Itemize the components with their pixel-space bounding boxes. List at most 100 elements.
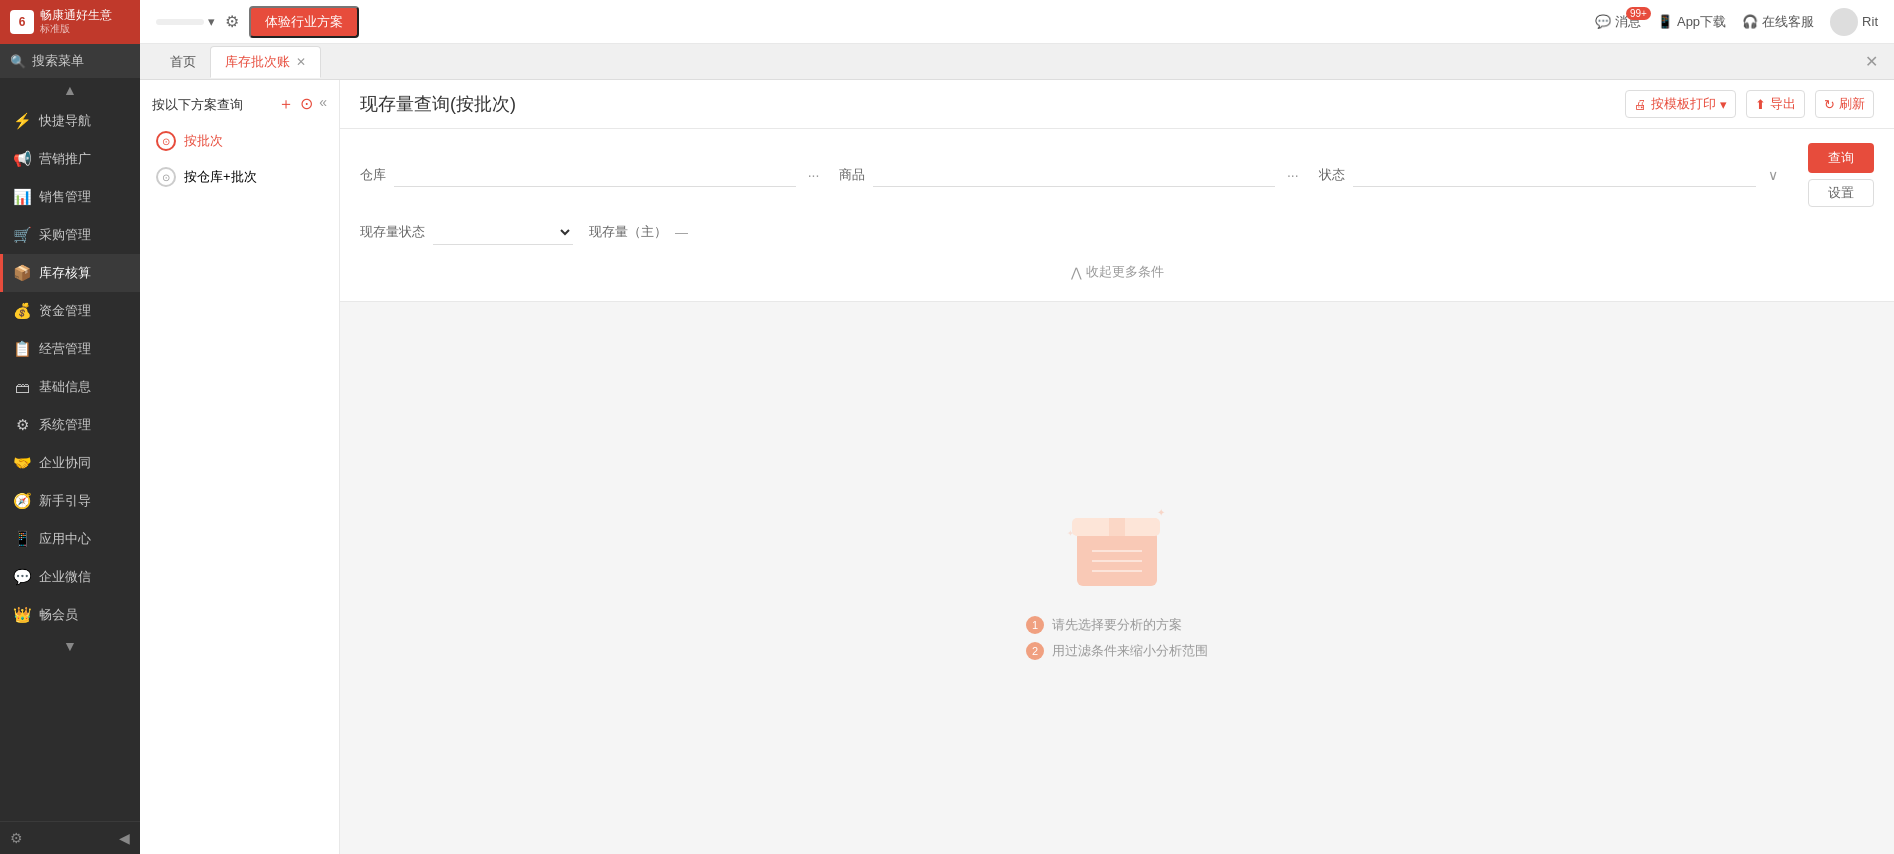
hint-2-text: 用过滤条件来缩小分析范围	[1052, 642, 1208, 660]
filter-row-1: 仓库 ··· 商品 ··· 状态 ∨ 查询	[360, 143, 1874, 207]
finance-icon: 💰	[13, 302, 31, 320]
warehouse-label: 仓库	[360, 166, 386, 184]
topbar-gear-icon[interactable]: ⚙	[225, 12, 239, 31]
sidebar-item-label: 企业协同	[39, 454, 91, 472]
main-area: ▾ ⚙ 体验行业方案 💬 消息 99+ 📱 App下载 🎧 在线客服 Rit	[140, 0, 1894, 854]
left-panel-header: 按以下方案查询 ＋ ⊙ «	[140, 90, 339, 123]
sidebar-item-label: 采购管理	[39, 226, 91, 244]
empty-svg: ✦ ✦	[1057, 496, 1177, 596]
collapse-up-icon: ⋀	[1071, 265, 1082, 280]
tab-close-right-btn[interactable]: ✕	[1865, 52, 1878, 71]
sidebar-settings-btn[interactable]: ⚙	[10, 830, 23, 846]
collab-icon: 🤝	[13, 454, 31, 472]
basic-icon: 🗃	[13, 379, 31, 396]
sidebar-item-label: 应用中心	[39, 530, 91, 548]
sidebar-item-purchase[interactable]: 🛒 采购管理	[0, 216, 140, 254]
sidebar-header: 6 畅康通好生意 标准版	[0, 0, 140, 44]
query-btn[interactable]: 查询	[1808, 143, 1874, 173]
empty-state: ✦ ✦ 1 请先选择要分析的方案 2 用过滤条件来缩小分析范围	[340, 302, 1894, 854]
left-panel: 按以下方案查询 ＋ ⊙ « ⊙ 按批次 ⊙ 按仓库+批次	[140, 80, 340, 854]
print-dropdown-icon: ▾	[1720, 97, 1727, 112]
sales-icon: 📊	[13, 188, 31, 206]
scheme-settings-btn[interactable]: ⊙	[300, 94, 313, 115]
sidebar-item-label: 经营管理	[39, 340, 91, 358]
sidebar-item-finance[interactable]: 💰 资金管理	[0, 292, 140, 330]
sidebar-item-label: 营销推广	[39, 150, 91, 168]
settings-btn[interactable]: 设置	[1808, 179, 1874, 207]
chevron-down-icon: ▼	[63, 638, 77, 654]
sidebar-footer: ⚙ ◀	[0, 821, 140, 854]
empty-hint-2: 2 用过滤条件来缩小分析范围	[1026, 642, 1208, 660]
scheme-active-icon: ⊙	[156, 131, 176, 151]
topbar-left: ▾ ⚙ 体验行业方案	[156, 6, 359, 38]
tab-inventory-batch-label: 库存批次账	[225, 53, 290, 71]
messages-badge: 99+	[1626, 7, 1651, 20]
filter-area: 仓库 ··· 商品 ··· 状态 ∨ 查询	[340, 129, 1894, 302]
product-input[interactable]	[873, 163, 1275, 187]
scheme-inactive-icon: ⊙	[156, 167, 176, 187]
scroll-down-btn[interactable]: ▼	[0, 634, 140, 658]
messages-btn[interactable]: 💬 消息 99+	[1595, 13, 1641, 31]
export-icon: ⬆	[1755, 97, 1766, 112]
sidebar-item-label: 基础信息	[39, 378, 91, 396]
scheme-item-warehouse-batch[interactable]: ⊙ 按仓库+批次	[140, 159, 339, 195]
sidebar-item-collab[interactable]: 🤝 企业协同	[0, 444, 140, 482]
tab-inventory-batch[interactable]: 库存批次账 ✕	[210, 46, 321, 78]
avatar	[1830, 8, 1858, 36]
sidebar-item-sales[interactable]: 📊 销售管理	[0, 178, 140, 216]
headset-icon: 🎧	[1742, 14, 1758, 29]
sidebar-item-wechat[interactable]: 💬 企业微信	[0, 558, 140, 596]
refresh-btn[interactable]: ↻ 刷新	[1815, 90, 1874, 118]
sidebar-item-label: 系统管理	[39, 416, 91, 434]
topbar-dropdown[interactable]: ▾	[156, 14, 215, 29]
app-logo: 6	[10, 10, 34, 34]
collapse-panel-btn[interactable]: «	[319, 94, 327, 115]
tab-close-btn[interactable]: ✕	[296, 55, 306, 69]
sidebar-item-label: 快捷导航	[39, 112, 91, 130]
sidebar-item-inventory[interactable]: 📦 库存核算	[0, 254, 140, 292]
inventory-status-select[interactable]	[433, 219, 573, 245]
export-btn[interactable]: ⬆ 导出	[1746, 90, 1805, 118]
sidebar-item-marketing[interactable]: 📢 营销推广	[0, 140, 140, 178]
sidebar-item-shortcut[interactable]: ⚡ 快捷导航	[0, 102, 140, 140]
company-name: 畅康通好生意	[40, 8, 112, 22]
range-dash: —	[675, 225, 688, 240]
sidebar-item-label: 资金管理	[39, 302, 91, 320]
sidebar-item-member[interactable]: 👑 畅会员	[0, 596, 140, 634]
svg-text:✦: ✦	[1067, 529, 1074, 538]
chevron-up-icon: ▲	[63, 82, 77, 98]
user-menu[interactable]: Rit	[1830, 8, 1878, 36]
sidebar-item-basic[interactable]: 🗃 基础信息	[0, 368, 140, 406]
add-scheme-btn[interactable]: ＋	[278, 94, 294, 115]
sidebar-item-newbie[interactable]: 🧭 新手引导	[0, 482, 140, 520]
edition-label: 标准版	[40, 22, 112, 36]
left-panel-actions: ＋ ⊙ «	[278, 94, 327, 115]
message-icon: 💬	[1595, 14, 1611, 29]
status-dropdown-icon[interactable]: ∨	[1764, 167, 1782, 183]
right-main: 现存量查询(按批次) 🖨 按模板打印 ▾ ⬆ 导出 ↻ 刷新	[340, 80, 1894, 854]
scheme-item-batch[interactable]: ⊙ 按批次	[140, 123, 339, 159]
sidebar-collapse-btn[interactable]: ◀	[119, 830, 130, 846]
search-menu[interactable]: 🔍 搜索菜单	[0, 44, 140, 78]
collapse-filter-btn[interactable]: ⋀ 收起更多条件	[360, 257, 1874, 287]
online-service-btn[interactable]: 🎧 在线客服	[1742, 13, 1814, 31]
shortcut-icon: ⚡	[13, 112, 31, 130]
print-btn[interactable]: 🖨 按模板打印 ▾	[1625, 90, 1736, 118]
status-input[interactable]	[1353, 163, 1756, 187]
empty-hints: 1 请先选择要分析的方案 2 用过滤条件来缩小分析范围	[1026, 616, 1208, 660]
sidebar-item-system[interactable]: ⚙ 系统管理	[0, 406, 140, 444]
app-download-btn[interactable]: 📱 App下载	[1657, 13, 1726, 31]
refresh-icon: ↻	[1824, 97, 1835, 112]
product-more-btn[interactable]: ···	[1283, 167, 1303, 183]
print-icon: 🖨	[1634, 97, 1647, 112]
sidebar-item-label: 销售管理	[39, 188, 91, 206]
sidebar: 6 畅康通好生意 标准版 🔍 搜索菜单 ▲ ⚡ 快捷导航 📢 营销推广 📊 销售…	[0, 0, 140, 854]
sidebar-nav: ▲ ⚡ 快捷导航 📢 营销推广 📊 销售管理 🛒 采购管理 📦 库存核算 💰 资…	[0, 78, 140, 821]
scroll-up-btn[interactable]: ▲	[0, 78, 140, 102]
warehouse-more-btn[interactable]: ···	[804, 167, 824, 183]
sidebar-item-app-center[interactable]: 📱 应用中心	[0, 520, 140, 558]
warehouse-input[interactable]	[394, 163, 796, 187]
experience-btn[interactable]: 体验行业方案	[249, 6, 359, 38]
tab-home[interactable]: 首页	[156, 47, 210, 77]
sidebar-item-operations[interactable]: 📋 经营管理	[0, 330, 140, 368]
